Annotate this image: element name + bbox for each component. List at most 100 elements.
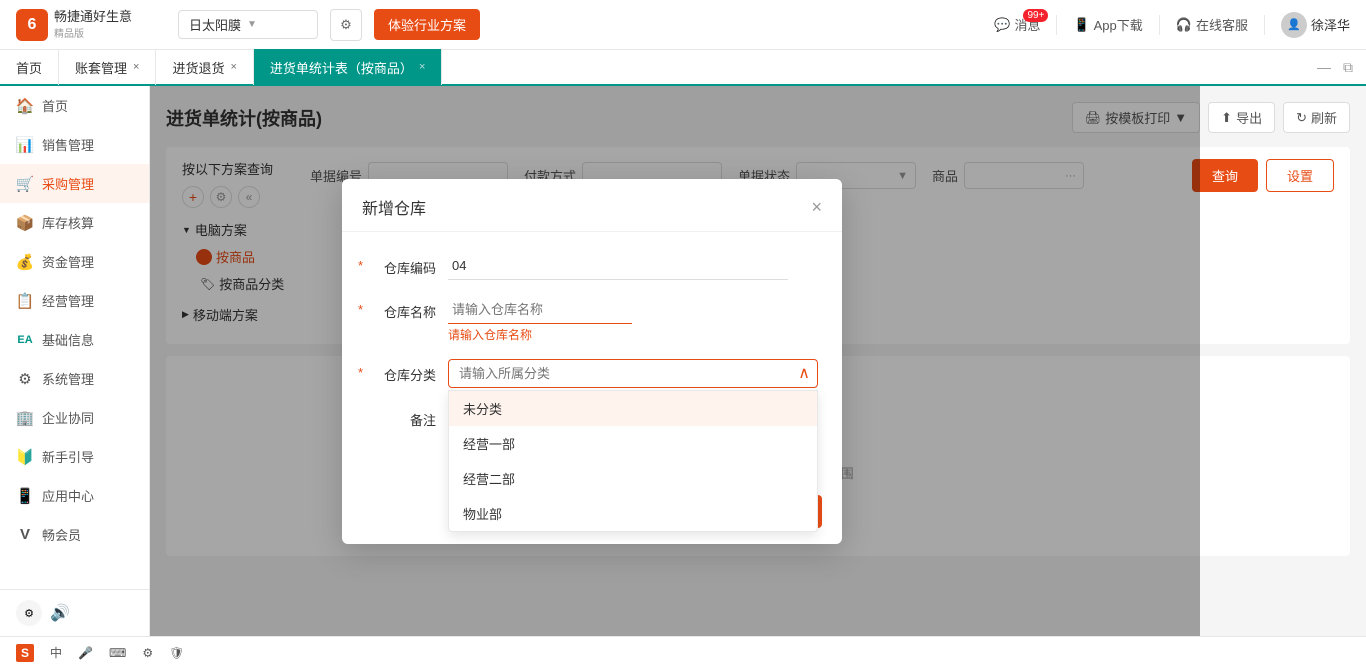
tab-purchase-return[interactable]: 进货退货 ×	[156, 49, 253, 85]
user-name: 徐泽华	[1311, 15, 1350, 34]
language-icon: 中	[50, 644, 62, 661]
tab-accounts[interactable]: 账套管理 ×	[59, 49, 156, 85]
status-mic[interactable]: 🎤	[78, 646, 93, 660]
sidebar-item-vip[interactable]: V 畅会员	[0, 515, 149, 554]
app-download-button[interactable]: 📱 App下载	[1073, 15, 1142, 34]
tab-accounts-label: 账套管理	[75, 58, 127, 77]
form-row-name: 仓库名称 请输入仓库名称	[366, 296, 818, 343]
headset-icon: 🎧	[1176, 17, 1192, 33]
sidebar-bottom: ⚙ 🔊	[0, 589, 149, 636]
refresh-label: 刷新	[1311, 108, 1337, 127]
name-input[interactable]	[448, 296, 632, 324]
service-button[interactable]: 🎧 在线客服	[1176, 15, 1248, 34]
sidebar: 🏠 首页 📊 销售管理 🛒 采购管理 📦 库存核算 💰 资金管理 📋 经营管理 …	[0, 86, 150, 636]
modal-body: 仓库编码 仓库名称 请输入仓库名称	[342, 232, 842, 483]
dropdown-item-dept2[interactable]: 经营二部	[449, 461, 817, 496]
divider	[1056, 15, 1057, 35]
minimize-button[interactable]: —	[1314, 57, 1334, 77]
user-info[interactable]: 👤 徐泽华	[1281, 12, 1350, 38]
tab-accounts-close[interactable]: ×	[133, 61, 139, 73]
status-settings2[interactable]: ⚙	[142, 646, 153, 660]
modal-close-button[interactable]: ×	[811, 198, 822, 216]
sidebar-label-guide: 新手引导	[42, 447, 94, 466]
dropdown-item-dept3[interactable]: 物业部	[449, 496, 817, 531]
sidebar-label-home: 首页	[42, 96, 68, 115]
unclassified-label: 未分类	[463, 402, 502, 417]
purchase-icon: 🛒	[16, 175, 34, 193]
query-actions: 查询 设置	[1192, 159, 1334, 192]
modal-overlay: 新增仓库 × 仓库编码 仓库名称	[150, 86, 1200, 636]
apps-icon: 📱	[16, 487, 34, 505]
sidebar-label-inventory: 库存核算	[42, 213, 94, 232]
main-layout: 🏠 首页 📊 销售管理 🛒 采购管理 📦 库存核算 💰 资金管理 📋 经营管理 …	[0, 86, 1366, 636]
speaker-icon: 🔊	[50, 603, 70, 623]
store-name: 日太阳膜	[189, 15, 241, 34]
export-label: 导出	[1236, 108, 1262, 127]
header-right: 💬 消息 99+ 📱 App下载 🎧 在线客服 👤 徐泽华	[994, 12, 1350, 38]
logo-text: 畅捷通好生意	[54, 9, 132, 26]
shield-icon: 🛡	[169, 646, 184, 660]
tab-home[interactable]: 首页	[0, 49, 59, 85]
dropdown-item-unclassified[interactable]: 未分类	[449, 391, 817, 426]
sidebar-item-sales[interactable]: 📊 销售管理	[0, 125, 149, 164]
sidebar-collapse-button[interactable]: ⚙	[16, 600, 42, 626]
settings-button[interactable]: ⚙	[330, 9, 362, 41]
phone-icon: 📱	[1073, 17, 1089, 33]
sidebar-label-vip: 畅会员	[42, 525, 81, 544]
modal-title: 新增仓库	[362, 195, 426, 219]
name-input-wrap: 请输入仓库名称	[448, 296, 632, 343]
code-input[interactable]	[448, 252, 788, 280]
sidebar-label-operation: 经营管理	[42, 291, 94, 310]
export-button[interactable]: ⬆ 导出	[1208, 102, 1275, 133]
sidebar-item-inventory[interactable]: 📦 库存核算	[0, 203, 149, 242]
set-button[interactable]: 设置	[1266, 159, 1334, 192]
sidebar-item-basic[interactable]: EA 基础信息	[0, 320, 149, 359]
divider2	[1159, 15, 1160, 35]
refresh-button[interactable]: ↻ 刷新	[1283, 102, 1350, 133]
category-label: 仓库分类	[366, 359, 436, 384]
sidebar-item-purchase[interactable]: 🛒 采购管理	[0, 164, 149, 203]
form-row-category: 仓库分类 ∧ 未分类 经营一部	[366, 359, 818, 388]
restore-button[interactable]: ⧉	[1338, 57, 1358, 77]
status-shield: 🛡	[169, 646, 184, 660]
query-button[interactable]: 查询	[1192, 159, 1258, 192]
home-icon: 🏠	[16, 97, 34, 115]
dept1-label: 经营一部	[463, 437, 515, 452]
messages-button[interactable]: 💬 消息 99+	[994, 15, 1040, 34]
category-select-wrap: ∧ 未分类 经营一部 经营二部	[448, 359, 818, 388]
status-keyboard[interactable]: ⌨	[109, 646, 126, 660]
trial-button[interactable]: 体验行业方案	[374, 9, 480, 40]
note-label: 备注	[366, 404, 436, 429]
message-icon: 💬	[994, 17, 1010, 33]
sidebar-label-finance: 资金管理	[42, 252, 94, 271]
inventory-icon: 📦	[16, 214, 34, 232]
category-input[interactable]	[448, 359, 818, 388]
sidebar-item-enterprise[interactable]: 🏢 企业协同	[0, 398, 149, 437]
sidebar-item-finance[interactable]: 💰 资金管理	[0, 242, 149, 281]
tab-purchase-stats[interactable]: 进货单统计表（按商品） ×	[254, 49, 442, 85]
sales-icon: 📊	[16, 136, 34, 154]
export-icon: ⬆	[1221, 110, 1232, 126]
system-icon: ⚙	[16, 370, 34, 388]
keyboard-icon: ⌨	[109, 646, 126, 660]
sidebar-item-home[interactable]: 🏠 首页	[0, 86, 149, 125]
sidebar-item-system[interactable]: ⚙ 系统管理	[0, 359, 149, 398]
form-row-code: 仓库编码	[366, 252, 818, 280]
refresh-icon: ↻	[1296, 110, 1307, 126]
sidebar-label-sales: 销售管理	[42, 135, 94, 154]
tab-purchase-return-close[interactable]: ×	[230, 61, 236, 73]
sidebar-item-apps[interactable]: 📱 应用中心	[0, 476, 149, 515]
dept2-label: 经营二部	[463, 472, 515, 487]
logo-icon: 6	[16, 9, 48, 41]
select-arrow-icon[interactable]: ∧	[798, 363, 810, 383]
tab-purchase-stats-close[interactable]: ×	[419, 61, 425, 73]
settings2-icon: ⚙	[142, 646, 153, 660]
sidebar-label-basic: 基础信息	[42, 330, 94, 349]
sidebar-item-guide[interactable]: 🔰 新手引导	[0, 437, 149, 476]
dropdown-item-dept1[interactable]: 经营一部	[449, 426, 817, 461]
service-label: 在线客服	[1196, 15, 1248, 34]
sidebar-label-apps: 应用中心	[42, 486, 94, 505]
store-selector[interactable]: 日太阳膜 ▼	[178, 10, 318, 39]
sidebar-item-operation[interactable]: 📋 经营管理	[0, 281, 149, 320]
status-bar: S 中 🎤 ⌨ ⚙ 🛡	[0, 636, 1366, 668]
